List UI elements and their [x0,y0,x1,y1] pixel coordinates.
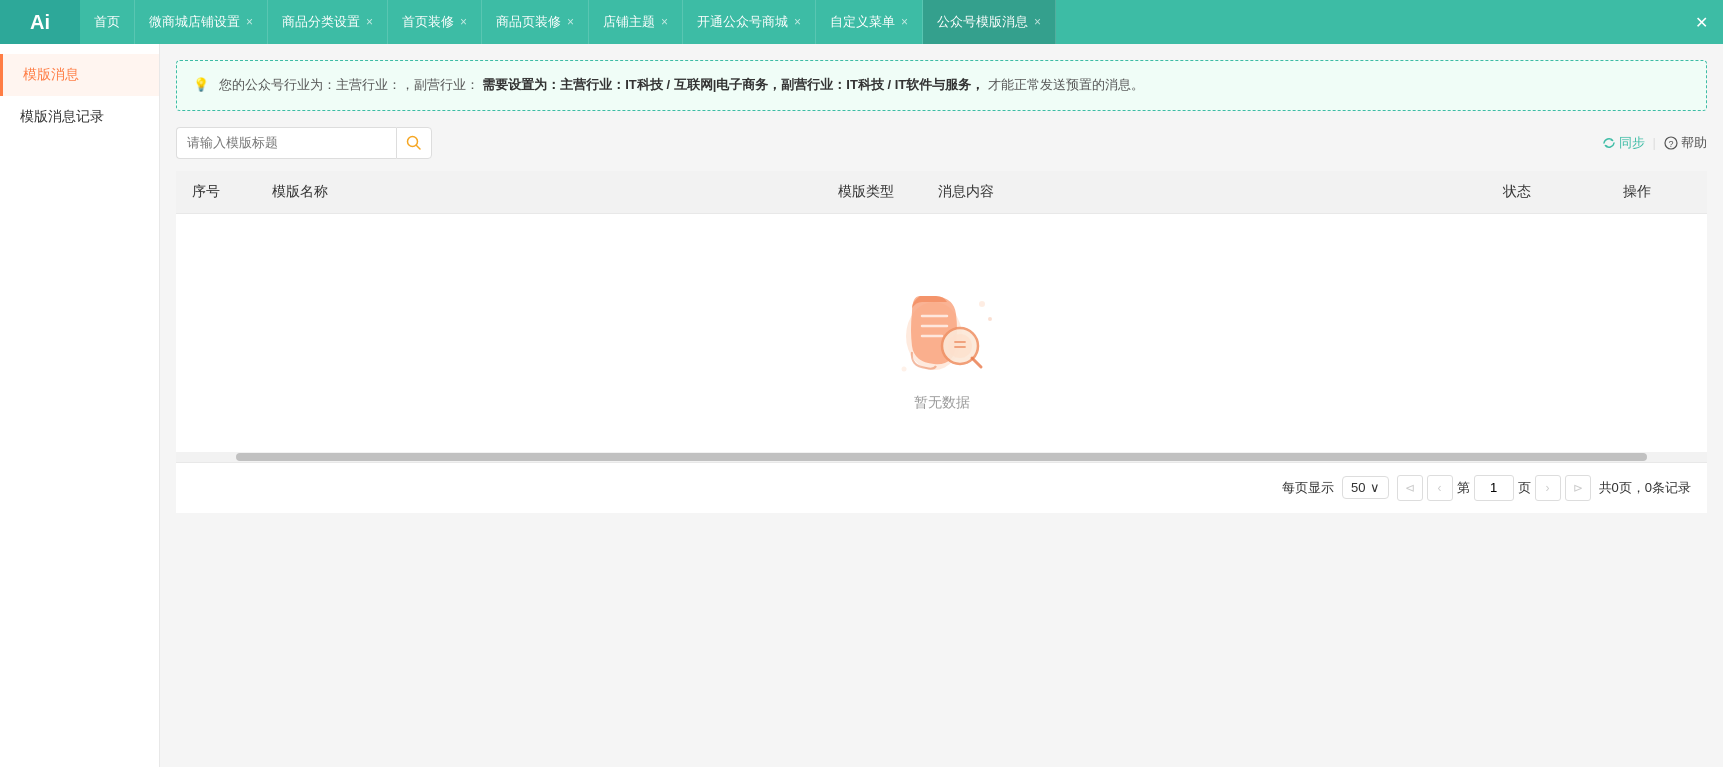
empty-text: 暂无数据 [914,394,970,412]
top-navbar: Ai 首页微商城店铺设置×商品分类设置×首页装修×商品页装修×店铺主题×开通公众… [0,0,1723,44]
help-label: 帮助 [1681,134,1707,152]
main-layout: 模版消息模版消息记录 💡 您的公众号行业为：主营行业：，副营行业： 需要设置为：… [0,44,1723,767]
svg-point-13 [979,301,985,307]
svg-point-15 [901,366,906,371]
table-col-1: 模版名称 [256,171,822,214]
scrollbar-thumb [236,453,1647,461]
tab-label-0: 首页 [94,13,120,31]
close-all-button[interactable]: ✕ [1679,0,1723,44]
empty-state-row: 暂无数据 [176,213,1707,452]
tab-1[interactable]: 微商城店铺设置 × [135,0,268,44]
table-col-0: 序号 [176,171,256,214]
tab-close-8[interactable]: × [1034,15,1041,29]
first-page-button[interactable]: ⊲ [1397,475,1423,501]
table-col-5: 操作 [1607,171,1707,214]
svg-text:?: ? [1668,139,1673,149]
table-col-4: 状态 [1487,171,1607,214]
sidebar-item-0[interactable]: 模版消息 [0,54,159,96]
search-icon [406,135,422,151]
tab-close-4[interactable]: × [567,15,574,29]
sync-icon [1602,136,1616,150]
next-page-button[interactable]: › [1535,475,1561,501]
notice-box: 💡 您的公众号行业为：主营行业：，副营行业： 需要设置为：主营行业：IT科技 /… [176,60,1707,111]
table-header-row: 序号模版名称模版类型消息内容状态操作 [176,171,1707,214]
svg-point-14 [988,317,992,321]
brand-logo: Ai [0,0,80,44]
tab-2[interactable]: 商品分类设置 × [268,0,388,44]
search-input[interactable] [176,127,396,159]
tab-close-7[interactable]: × [901,15,908,29]
empty-illustration [882,274,1002,394]
sync-label: 同步 [1619,134,1645,152]
tab-4[interactable]: 商品页装修 × [482,0,589,44]
table-col-2: 模版类型 [822,171,922,214]
last-page-button[interactable]: ⊳ [1565,475,1591,501]
content-area: 💡 您的公众号行业为：主营行业：，副营行业： 需要设置为：主营行业：IT科技 /… [160,44,1723,767]
empty-state: 暂无数据 [176,214,1707,452]
prev-page-button[interactable]: ‹ [1427,475,1453,501]
search-right: 同步 | ? 帮助 [1602,134,1707,152]
notice-prefix: 您的公众号行业为：主营行业：，副营行业： [219,77,479,92]
pagination: ⊲ ‹ 第 页 › ⊳ [1397,475,1591,501]
page-unit: 页 [1518,479,1531,497]
tab-close-5[interactable]: × [661,15,668,29]
tab-bar: 首页微商城店铺设置×商品分类设置×首页装修×商品页装修×店铺主题×开通公众号商城… [80,0,1679,44]
sidebar: 模版消息模版消息记录 [0,44,160,767]
tab-close-2[interactable]: × [366,15,373,29]
total-label: 共0页，0条记录 [1599,479,1691,497]
notice-icon: 💡 [193,77,209,92]
page-label: 第 [1457,479,1470,497]
sidebar-item-1[interactable]: 模版消息记录 [0,96,159,138]
divider: | [1653,135,1656,150]
svg-point-9 [948,334,972,358]
tab-label-8: 公众号模版消息 [937,13,1028,31]
tab-label-6: 开通公众号商城 [697,13,788,31]
per-page-value: 50 [1351,480,1365,495]
tab-label-4: 商品页装修 [496,13,561,31]
tab-0[interactable]: 首页 [80,0,135,44]
tab-close-3[interactable]: × [460,15,467,29]
horizontal-scrollbar[interactable] [176,452,1707,462]
page-input[interactable] [1474,475,1514,501]
tab-5[interactable]: 店铺主题 × [589,0,683,44]
help-icon: ? [1664,136,1678,150]
table-footer: 每页显示 50 ∨ ⊲ ‹ 第 页 › ⊳ 共0页，0条记录 [176,462,1707,513]
svg-line-1 [417,145,421,149]
tab-label-3: 首页装修 [402,13,454,31]
tab-label-5: 店铺主题 [603,13,655,31]
tab-close-1[interactable]: × [246,15,253,29]
tab-label-1: 微商城店铺设置 [149,13,240,31]
per-page-select[interactable]: 50 ∨ [1342,476,1388,499]
notice-suffix: 才能正常发送预置的消息。 [988,77,1144,92]
tab-label-7: 自定义菜单 [830,13,895,31]
tab-label-2: 商品分类设置 [282,13,360,31]
per-page-label: 每页显示 [1282,479,1334,497]
search-left [176,127,432,159]
table-col-3: 消息内容 [922,171,1488,214]
svg-line-12 [972,358,981,367]
notice-highlight: 需要设置为：主营行业：IT科技 / 互联网|电子商务，副营行业：IT科技 / I… [482,77,984,92]
chevron-down-icon: ∨ [1370,480,1380,495]
search-button[interactable] [396,127,432,159]
table-container: 序号模版名称模版类型消息内容状态操作 [176,171,1707,513]
sync-button[interactable]: 同步 [1602,134,1645,152]
tab-close-6[interactable]: × [794,15,801,29]
tab-7[interactable]: 自定义菜单 × [816,0,923,44]
tab-3[interactable]: 首页装修 × [388,0,482,44]
help-button[interactable]: ? 帮助 [1664,134,1707,152]
search-bar: 同步 | ? 帮助 [176,127,1707,159]
tab-8[interactable]: 公众号模版消息 × [923,0,1056,44]
tab-6[interactable]: 开通公众号商城 × [683,0,816,44]
data-table: 序号模版名称模版类型消息内容状态操作 [176,171,1707,452]
